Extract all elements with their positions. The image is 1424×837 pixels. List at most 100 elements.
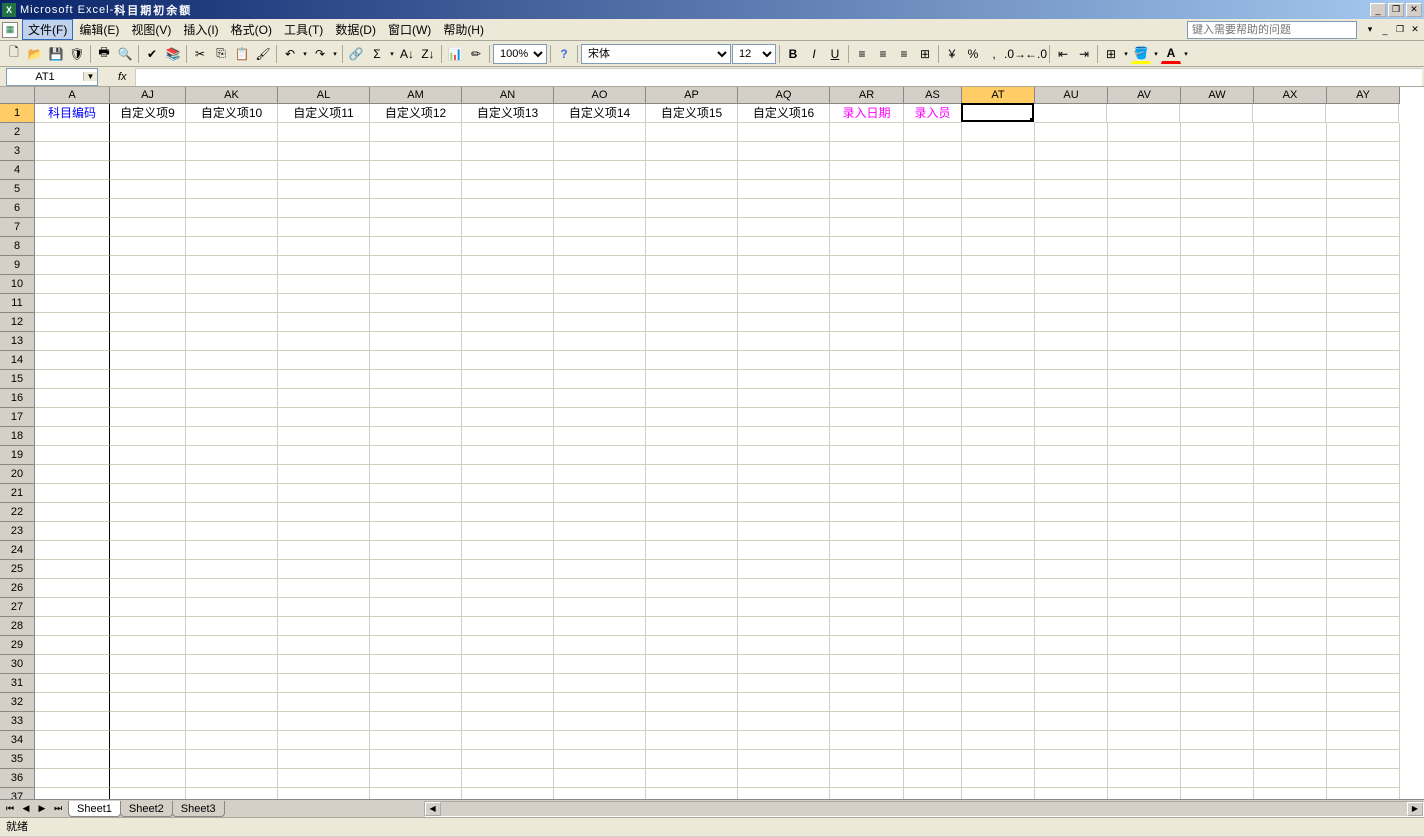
cell-AR31[interactable] (830, 674, 904, 693)
cell-AK14[interactable] (186, 351, 278, 370)
col-header-AK[interactable]: AK (186, 87, 278, 104)
cell-AM34[interactable] (370, 731, 462, 750)
cell-A35[interactable] (35, 750, 110, 769)
cell-AU3[interactable] (1035, 142, 1108, 161)
cell-AT34[interactable] (962, 731, 1035, 750)
cell-AT1[interactable] (961, 103, 1034, 122)
tab-first-icon[interactable]: ⏮ (2, 801, 18, 817)
cell-AR35[interactable] (830, 750, 904, 769)
cell-AM24[interactable] (370, 541, 462, 560)
cell-AJ5[interactable] (110, 180, 186, 199)
cell-AM30[interactable] (370, 655, 462, 674)
cell-AR20[interactable] (830, 465, 904, 484)
cell-AM31[interactable] (370, 674, 462, 693)
cell-AM4[interactable] (370, 161, 462, 180)
cell-AK6[interactable] (186, 199, 278, 218)
cell-A2[interactable] (35, 123, 110, 142)
row-header-21[interactable]: 21 (0, 484, 35, 503)
cell-AR10[interactable] (830, 275, 904, 294)
cell-AU29[interactable] (1035, 636, 1108, 655)
cell-AX14[interactable] (1254, 351, 1327, 370)
cell-AU31[interactable] (1035, 674, 1108, 693)
cell-A37[interactable] (35, 788, 110, 799)
cell-AL25[interactable] (278, 560, 370, 579)
cell-AV20[interactable] (1108, 465, 1181, 484)
research-icon[interactable]: 📚 (163, 44, 183, 64)
row-header-4[interactable]: 4 (0, 161, 35, 180)
row-header-1[interactable]: 1 (0, 104, 35, 123)
cell-AY20[interactable] (1327, 465, 1400, 484)
cell-AT7[interactable] (962, 218, 1035, 237)
cell-AV3[interactable] (1108, 142, 1181, 161)
cell-AY4[interactable] (1327, 161, 1400, 180)
cell-AQ27[interactable] (738, 598, 830, 617)
cell-A9[interactable] (35, 256, 110, 275)
sort-asc-icon[interactable]: A↓ (397, 44, 417, 64)
cell-A13[interactable] (35, 332, 110, 351)
cell-AM9[interactable] (370, 256, 462, 275)
cell-AN7[interactable] (462, 218, 554, 237)
cell-AY14[interactable] (1327, 351, 1400, 370)
workbook-icon[interactable]: ▦ (2, 22, 18, 38)
row-header-13[interactable]: 13 (0, 332, 35, 351)
paste-icon[interactable]: 📋 (232, 44, 252, 64)
cell-AJ17[interactable] (110, 408, 186, 427)
cell-AT18[interactable] (962, 427, 1035, 446)
cell-AR4[interactable] (830, 161, 904, 180)
cell-AW26[interactable] (1181, 579, 1254, 598)
cell-AY27[interactable] (1327, 598, 1400, 617)
new-icon[interactable]: 🗋 (4, 44, 24, 64)
cell-AK34[interactable] (186, 731, 278, 750)
cell-A14[interactable] (35, 351, 110, 370)
cell-AW8[interactable] (1181, 237, 1254, 256)
cell-A16[interactable] (35, 389, 110, 408)
sheet-tab-sheet2[interactable]: Sheet2 (120, 801, 173, 817)
cell-AQ31[interactable] (738, 674, 830, 693)
cell-AP6[interactable] (646, 199, 738, 218)
cell-AT24[interactable] (962, 541, 1035, 560)
cell-AX2[interactable] (1254, 123, 1327, 142)
horizontal-scrollbar[interactable]: ◀ ▶ (424, 801, 1424, 817)
cell-AO11[interactable] (554, 294, 646, 313)
cell-AP33[interactable] (646, 712, 738, 731)
cell-AP18[interactable] (646, 427, 738, 446)
cell-AY8[interactable] (1327, 237, 1400, 256)
col-header-AW[interactable]: AW (1181, 87, 1254, 104)
cell-AN21[interactable] (462, 484, 554, 503)
cell-A22[interactable] (35, 503, 110, 522)
cell-AU17[interactable] (1035, 408, 1108, 427)
cell-AY25[interactable] (1327, 560, 1400, 579)
cell-AV14[interactable] (1108, 351, 1181, 370)
cell-A33[interactable] (35, 712, 110, 731)
cell-AW10[interactable] (1181, 275, 1254, 294)
cell-AV32[interactable] (1108, 693, 1181, 712)
cell-AJ4[interactable] (110, 161, 186, 180)
cell-AJ25[interactable] (110, 560, 186, 579)
cell-A3[interactable] (35, 142, 110, 161)
cell-AV35[interactable] (1108, 750, 1181, 769)
cell-AJ13[interactable] (110, 332, 186, 351)
cell-AP36[interactable] (646, 769, 738, 788)
cell-AS3[interactable] (904, 142, 962, 161)
cell-AN15[interactable] (462, 370, 554, 389)
cell-AX36[interactable] (1254, 769, 1327, 788)
cell-AS22[interactable] (904, 503, 962, 522)
cell-AN19[interactable] (462, 446, 554, 465)
cell-AS17[interactable] (904, 408, 962, 427)
cell-AY37[interactable] (1327, 788, 1400, 799)
cell-AM20[interactable] (370, 465, 462, 484)
cell-AL1[interactable]: 自定义项11 (278, 104, 370, 123)
cell-AJ21[interactable] (110, 484, 186, 503)
formula-input[interactable] (135, 68, 1422, 86)
cell-AY34[interactable] (1327, 731, 1400, 750)
cell-AY12[interactable] (1327, 313, 1400, 332)
cell-AP22[interactable] (646, 503, 738, 522)
cell-AQ4[interactable] (738, 161, 830, 180)
cell-AO10[interactable] (554, 275, 646, 294)
cell-AY32[interactable] (1327, 693, 1400, 712)
cell-AJ23[interactable] (110, 522, 186, 541)
cell-AN35[interactable] (462, 750, 554, 769)
cell-AP13[interactable] (646, 332, 738, 351)
cell-AK7[interactable] (186, 218, 278, 237)
cell-A36[interactable] (35, 769, 110, 788)
